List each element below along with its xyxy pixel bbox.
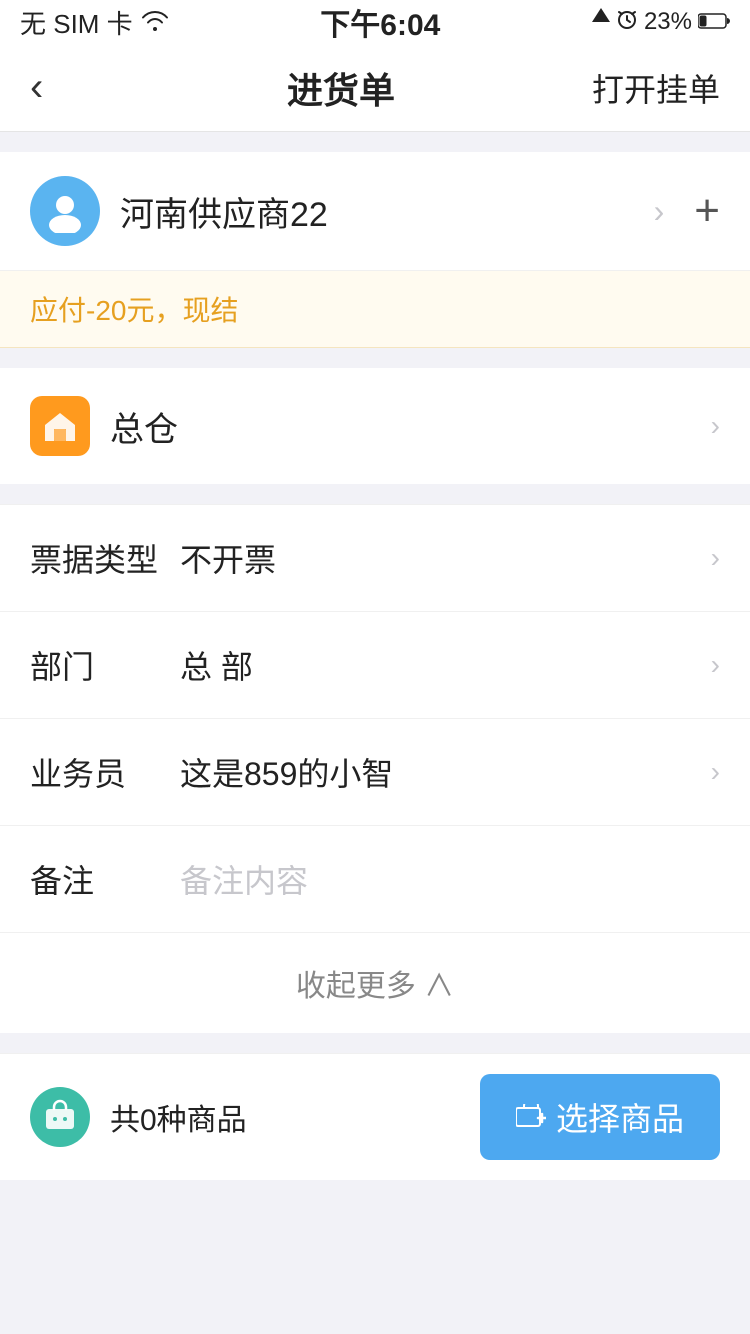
collapse-label: 收起更多 ∧ <box>296 970 454 1003</box>
warehouse-chevron-icon: › <box>711 410 720 442</box>
section-gap-3 <box>0 484 750 504</box>
notice-text: 应付-20元，现结 <box>30 295 238 326</box>
department-value: 总 部 <box>180 642 701 688</box>
section-gap-2 <box>0 348 750 368</box>
select-product-button[interactable]: 选择商品 <box>480 1074 720 1160</box>
salesperson-label: 业务员 <box>30 749 180 795</box>
bottom-bar: 共0种商品 选择商品 <box>0 1053 750 1180</box>
warehouse-icon <box>30 396 90 456</box>
supplier-chevron-icon: › <box>654 193 665 230</box>
department-chevron-icon: › <box>711 649 720 681</box>
salesperson-chevron-icon: › <box>711 756 720 788</box>
remark-label: 备注 <box>30 856 180 902</box>
wifi-icon <box>141 7 169 38</box>
remark-row[interactable]: 备注 备注内容 <box>0 825 750 932</box>
open-pending-button[interactable]: 打开挂单 <box>592 65 720 111</box>
product-cart-icon <box>30 1087 90 1147</box>
invoice-type-chevron-icon: › <box>711 542 720 574</box>
status-bar-left: 无 SIM 卡 <box>20 4 169 41</box>
department-row[interactable]: 部门 总 部 › <box>0 611 750 718</box>
supplier-row[interactable]: 河南供应商22 › + <box>0 152 750 271</box>
battery-percent: 23% <box>644 8 692 36</box>
collapse-button[interactable]: 收起更多 ∧ <box>0 932 750 1033</box>
salesperson-row[interactable]: 业务员 这是859的小智 › <box>0 718 750 825</box>
notice-bar: 应付-20元，现结 <box>0 271 750 348</box>
location-icon <box>592 8 610 37</box>
salesperson-value: 这是859的小智 <box>180 749 701 795</box>
product-count-label: 共0种商品 <box>110 1095 480 1139</box>
status-bar-right: 23% <box>592 8 730 37</box>
supplier-section: 河南供应商22 › + 应付-20元，现结 <box>0 152 750 348</box>
add-supplier-button[interactable]: + <box>694 186 720 236</box>
section-gap-1 <box>0 132 750 152</box>
invoice-type-row[interactable]: 票据类型 不开票 › <box>0 504 750 611</box>
carrier-label: 无 SIM 卡 <box>20 4 133 41</box>
nav-bar: ‹ 进货单 打开挂单 <box>0 44 750 132</box>
invoice-type-value: 不开票 <box>180 535 701 581</box>
page-title: 进货单 <box>287 62 395 114</box>
select-product-label: 选择商品 <box>556 1094 684 1140</box>
alarm-icon <box>616 8 638 37</box>
warehouse-name: 总仓 <box>110 402 711 451</box>
battery-icon <box>698 8 730 36</box>
back-button[interactable]: ‹ <box>30 65 90 110</box>
invoice-type-label: 票据类型 <box>30 535 180 581</box>
status-bar: 无 SIM 卡 下午6:04 23% <box>0 0 750 44</box>
supplier-name: 河南供应商22 <box>120 187 654 236</box>
warehouse-row[interactable]: 总仓 › <box>0 368 750 484</box>
status-bar-time: 下午6:04 <box>320 0 440 44</box>
remark-input[interactable]: 备注内容 <box>180 856 720 902</box>
form-section: 票据类型 不开票 › 部门 总 部 › 业务员 这是859的小智 › 备注 备注… <box>0 504 750 1033</box>
department-label: 部门 <box>30 642 180 688</box>
supplier-avatar <box>30 176 100 246</box>
warehouse-section: 总仓 › <box>0 368 750 484</box>
